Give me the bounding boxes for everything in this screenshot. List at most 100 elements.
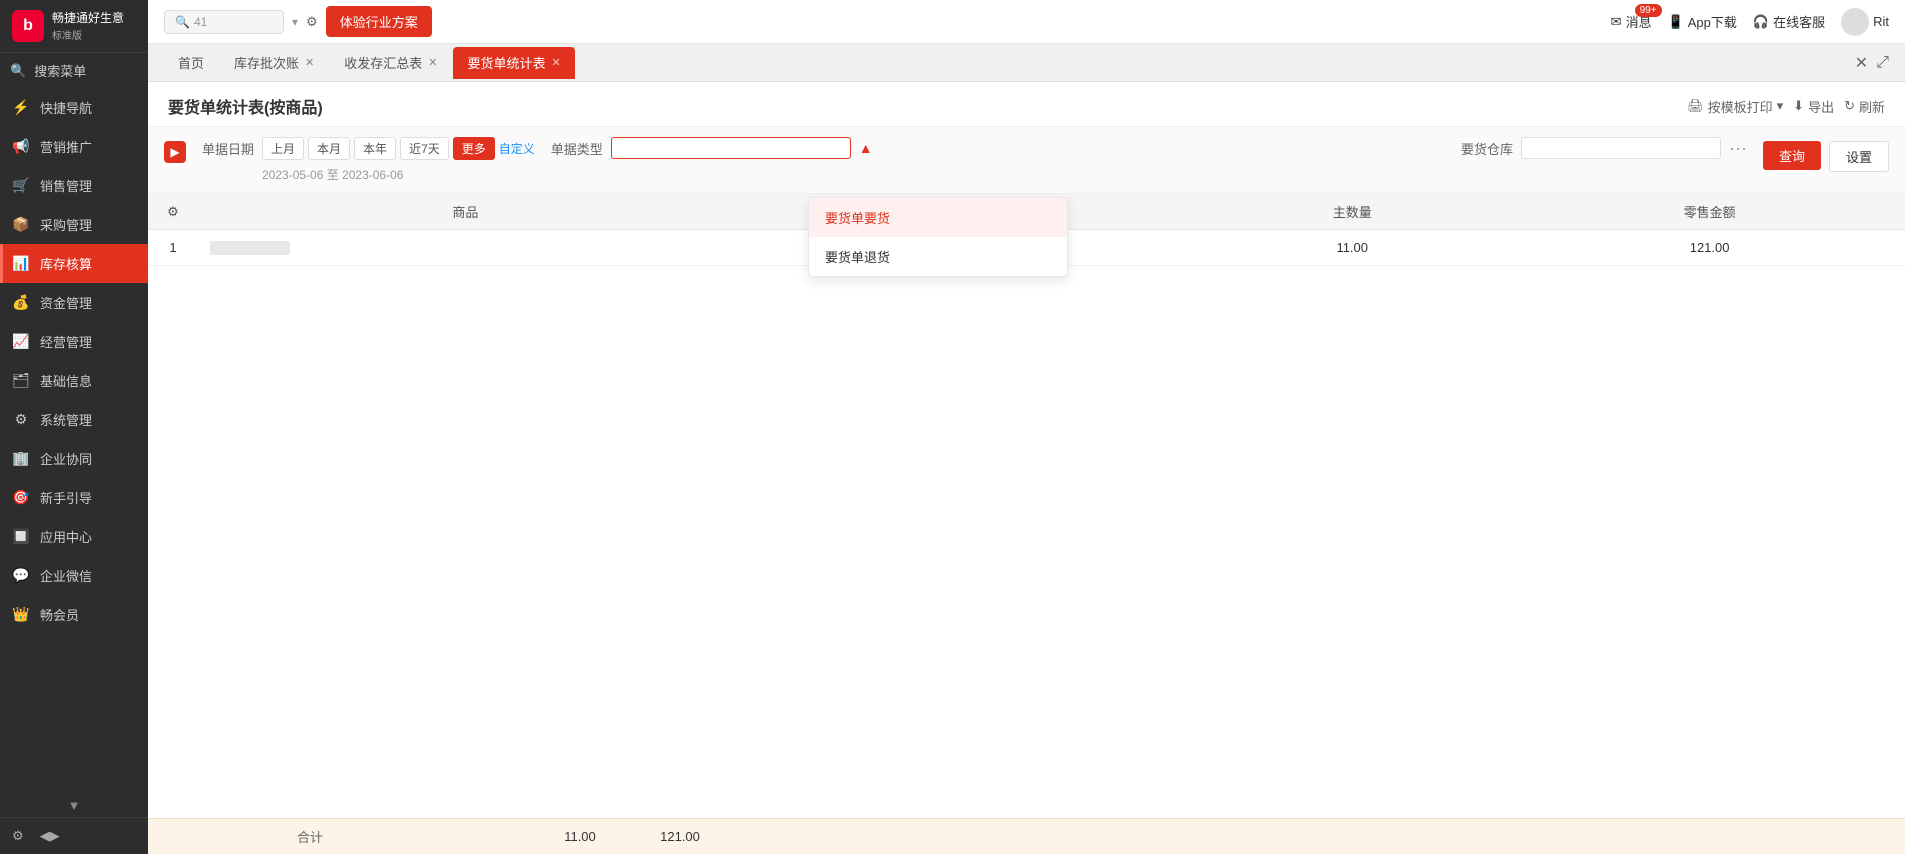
print-chevron-icon: ▾ <box>1777 98 1784 114</box>
sidebar-item-label: 快捷导航 <box>40 98 92 117</box>
print-btn[interactable]: 🖨 按模板打印 ▾ <box>1687 97 1783 116</box>
topbar-chevron-icon[interactable]: ▾ <box>292 15 298 29</box>
sidebar-item-label: 采购管理 <box>40 215 92 234</box>
sidebar-item-label: 经营管理 <box>40 332 92 351</box>
dropdown-item-0[interactable]: 要货单要货 <box>809 198 1067 237</box>
app-download-label: App下载 <box>1688 12 1737 31</box>
type-chevron-up-icon[interactable]: ▲ <box>859 140 873 156</box>
sidebar-item-basics[interactable]: 🗂 基础信息 <box>0 361 148 400</box>
refresh-btn[interactable]: ↻ 刷新 <box>1844 97 1885 116</box>
footer-label: 合计 <box>210 827 410 846</box>
export-icon: ⬇ <box>1793 98 1804 114</box>
date-filter-group: 单据日期 上月 本月 本年 近7天 更多 自定义 2023-05-06 至 20… <box>202 137 535 183</box>
th-product: 商品 <box>198 194 733 230</box>
sidebar-item-sales[interactable]: 🛒 销售管理 <box>0 166 148 205</box>
industry-btn[interactable]: 体验行业方案 <box>326 6 432 37</box>
messages-badge: 99+ <box>1635 4 1662 17</box>
query-btn[interactable]: 查询 <box>1763 141 1821 170</box>
tab-label: 库存批次账 <box>234 53 299 72</box>
finance-icon: 💰 <box>12 294 30 311</box>
tab-recv-summary[interactable]: 收发存汇总表 ✕ <box>330 47 451 79</box>
sidebar-item-inventory[interactable]: 📊 库存核算 <box>0 244 148 283</box>
dropdown-item-1[interactable]: 要货单退货 <box>809 237 1067 276</box>
messages-btn[interactable]: ✉ 消息 99+ <box>1611 12 1652 31</box>
search-menu[interactable]: 🔍 搜索菜单 <box>0 53 148 88</box>
sidebar-item-operations[interactable]: 📈 经营管理 <box>0 322 148 361</box>
row-quantity: 11.00 <box>1190 230 1514 266</box>
warehouse-label: 要货仓库 <box>1461 139 1513 158</box>
page-content: 要货单统计表(按商品) 🖨 按模板打印 ▾ ⬇ 导出 ↻ 刷新 ▶ <box>148 82 1905 854</box>
custom-date-link[interactable]: 自定义 <box>499 140 535 157</box>
guide-icon: 🎯 <box>12 489 30 506</box>
tab-inventory-batch[interactable]: 库存批次账 ✕ <box>220 47 328 79</box>
tab-close-icon[interactable]: ✕ <box>552 56 561 69</box>
tab-close-all-icon[interactable]: ✕ <box>1855 53 1868 73</box>
footer-amount: 121.00 <box>630 829 730 844</box>
table-footer: 合计 11.00 121.00 <box>148 818 1905 854</box>
system-icon: ⚙ <box>12 411 30 428</box>
basics-icon: 🗂 <box>12 372 30 389</box>
topbar-settings-icon[interactable]: ⚙ <box>306 14 318 30</box>
app-sub: 标准版 <box>52 27 124 42</box>
type-filter-group: 单据类型 ▲ <box>551 137 873 159</box>
tab-expand-icon[interactable]: ⤢ <box>1876 54 1889 72</box>
type-input[interactable] <box>611 137 851 159</box>
avatar-image <box>1841 8 1869 36</box>
warehouse-more-icon[interactable]: ··· <box>1729 138 1747 159</box>
message-icon: ✉ <box>1611 14 1622 30</box>
shortcut-this-year[interactable]: 本年 <box>354 137 396 160</box>
shortcut-more[interactable]: 更多 <box>453 137 495 160</box>
user-avatar[interactable]: Rit <box>1841 8 1889 36</box>
search-menu-label: 搜索菜单 <box>34 61 86 80</box>
tab-home[interactable]: 首页 <box>164 47 218 79</box>
sidebar-item-guide[interactable]: 🎯 新手引导 <box>0 478 148 517</box>
collapse-icon[interactable]: ◀▶ <box>40 828 60 844</box>
sidebar-nav: ⚡ 快捷导航 📢 营销推广 🛒 销售管理 📦 采购管理 📊 库存核算 💰 资金管… <box>0 88 148 794</box>
sidebar-item-vip[interactable]: 👑 畅会员 <box>0 595 148 634</box>
export-btn[interactable]: ⬇ 导出 <box>1793 97 1834 116</box>
page-actions: 🖨 按模板打印 ▾ ⬇ 导出 ↻ 刷新 <box>1687 97 1885 116</box>
topbar-right: ✉ 消息 99+ 📱 App下载 🎧 在线客服 Rit <box>1611 8 1889 36</box>
topbar-search[interactable]: 🔍 41 <box>164 10 284 34</box>
settings-icon: ⚙ <box>167 204 179 219</box>
th-quantity: 主数量 <box>1190 194 1514 230</box>
tab-home-label: 首页 <box>178 53 204 72</box>
shortcut-this-month[interactable]: 本月 <box>308 137 350 160</box>
online-service-btn[interactable]: 🎧 在线客服 <box>1753 12 1825 31</box>
tab-close-icon[interactable]: ✕ <box>305 56 314 69</box>
appstore-icon: 🔲 <box>12 528 30 545</box>
refresh-label: 刷新 <box>1859 97 1885 116</box>
date-shortcuts: 上月 本月 本年 近7天 更多 自定义 <box>262 137 535 160</box>
topbar: 🔍 41 ▾ ⚙ 体验行业方案 ✉ 消息 99+ 📱 App下载 🎧 在线客服 <box>148 0 1905 44</box>
type-label: 单据类型 <box>551 139 603 158</box>
sidebar-item-marketing[interactable]: 📢 营销推广 <box>0 127 148 166</box>
sidebar-item-quick-nav[interactable]: ⚡ 快捷导航 <box>0 88 148 127</box>
page-header: 要货单统计表(按商品) 🖨 按模板打印 ▾ ⬇ 导出 ↻ 刷新 <box>148 82 1905 127</box>
sidebar-item-purchase[interactable]: 📦 采购管理 <box>0 205 148 244</box>
shortcut-last-month[interactable]: 上月 <box>262 137 304 160</box>
settings-icon[interactable]: ⚙ <box>12 828 24 844</box>
th-settings[interactable]: ⚙ <box>148 194 198 230</box>
inventory-icon: 📊 <box>12 255 30 272</box>
app-download-btn[interactable]: 📱 App下载 <box>1668 12 1737 31</box>
sidebar-scroll-down[interactable]: ▼ <box>0 794 148 817</box>
settings-btn[interactable]: 设置 <box>1829 141 1889 172</box>
sidebar-item-wechat[interactable]: 💬 企业微信 <box>0 556 148 595</box>
sidebar-item-enterprise[interactable]: 🏢 企业协同 <box>0 439 148 478</box>
warehouse-filter: 要货仓库 ··· <box>1461 137 1747 159</box>
tab-close-icon[interactable]: ✕ <box>428 56 437 69</box>
shortcut-last-7-days[interactable]: 近7天 <box>400 137 449 160</box>
purchase-icon: 📦 <box>12 216 30 233</box>
sidebar-item-label: 营销推广 <box>40 137 92 156</box>
wechat-icon: 💬 <box>12 567 30 584</box>
tabbar-actions: ✕ ⤢ <box>1855 53 1889 73</box>
sidebar-item-label: 畅会员 <box>40 605 79 624</box>
sidebar-item-appstore[interactable]: 🔲 应用中心 <box>0 517 148 556</box>
sidebar-item-finance[interactable]: 💰 资金管理 <box>0 283 148 322</box>
sidebar-item-system[interactable]: ⚙ 系统管理 <box>0 400 148 439</box>
warehouse-input[interactable] <box>1521 137 1721 159</box>
date-range-text: 2023-05-06 至 2023-06-06 <box>262 166 403 183</box>
tab-order-summary[interactable]: 要货单统计表 ✕ <box>453 47 574 79</box>
filter-expand-btn[interactable]: ▶ <box>164 141 186 163</box>
operations-icon: 📈 <box>12 333 30 350</box>
